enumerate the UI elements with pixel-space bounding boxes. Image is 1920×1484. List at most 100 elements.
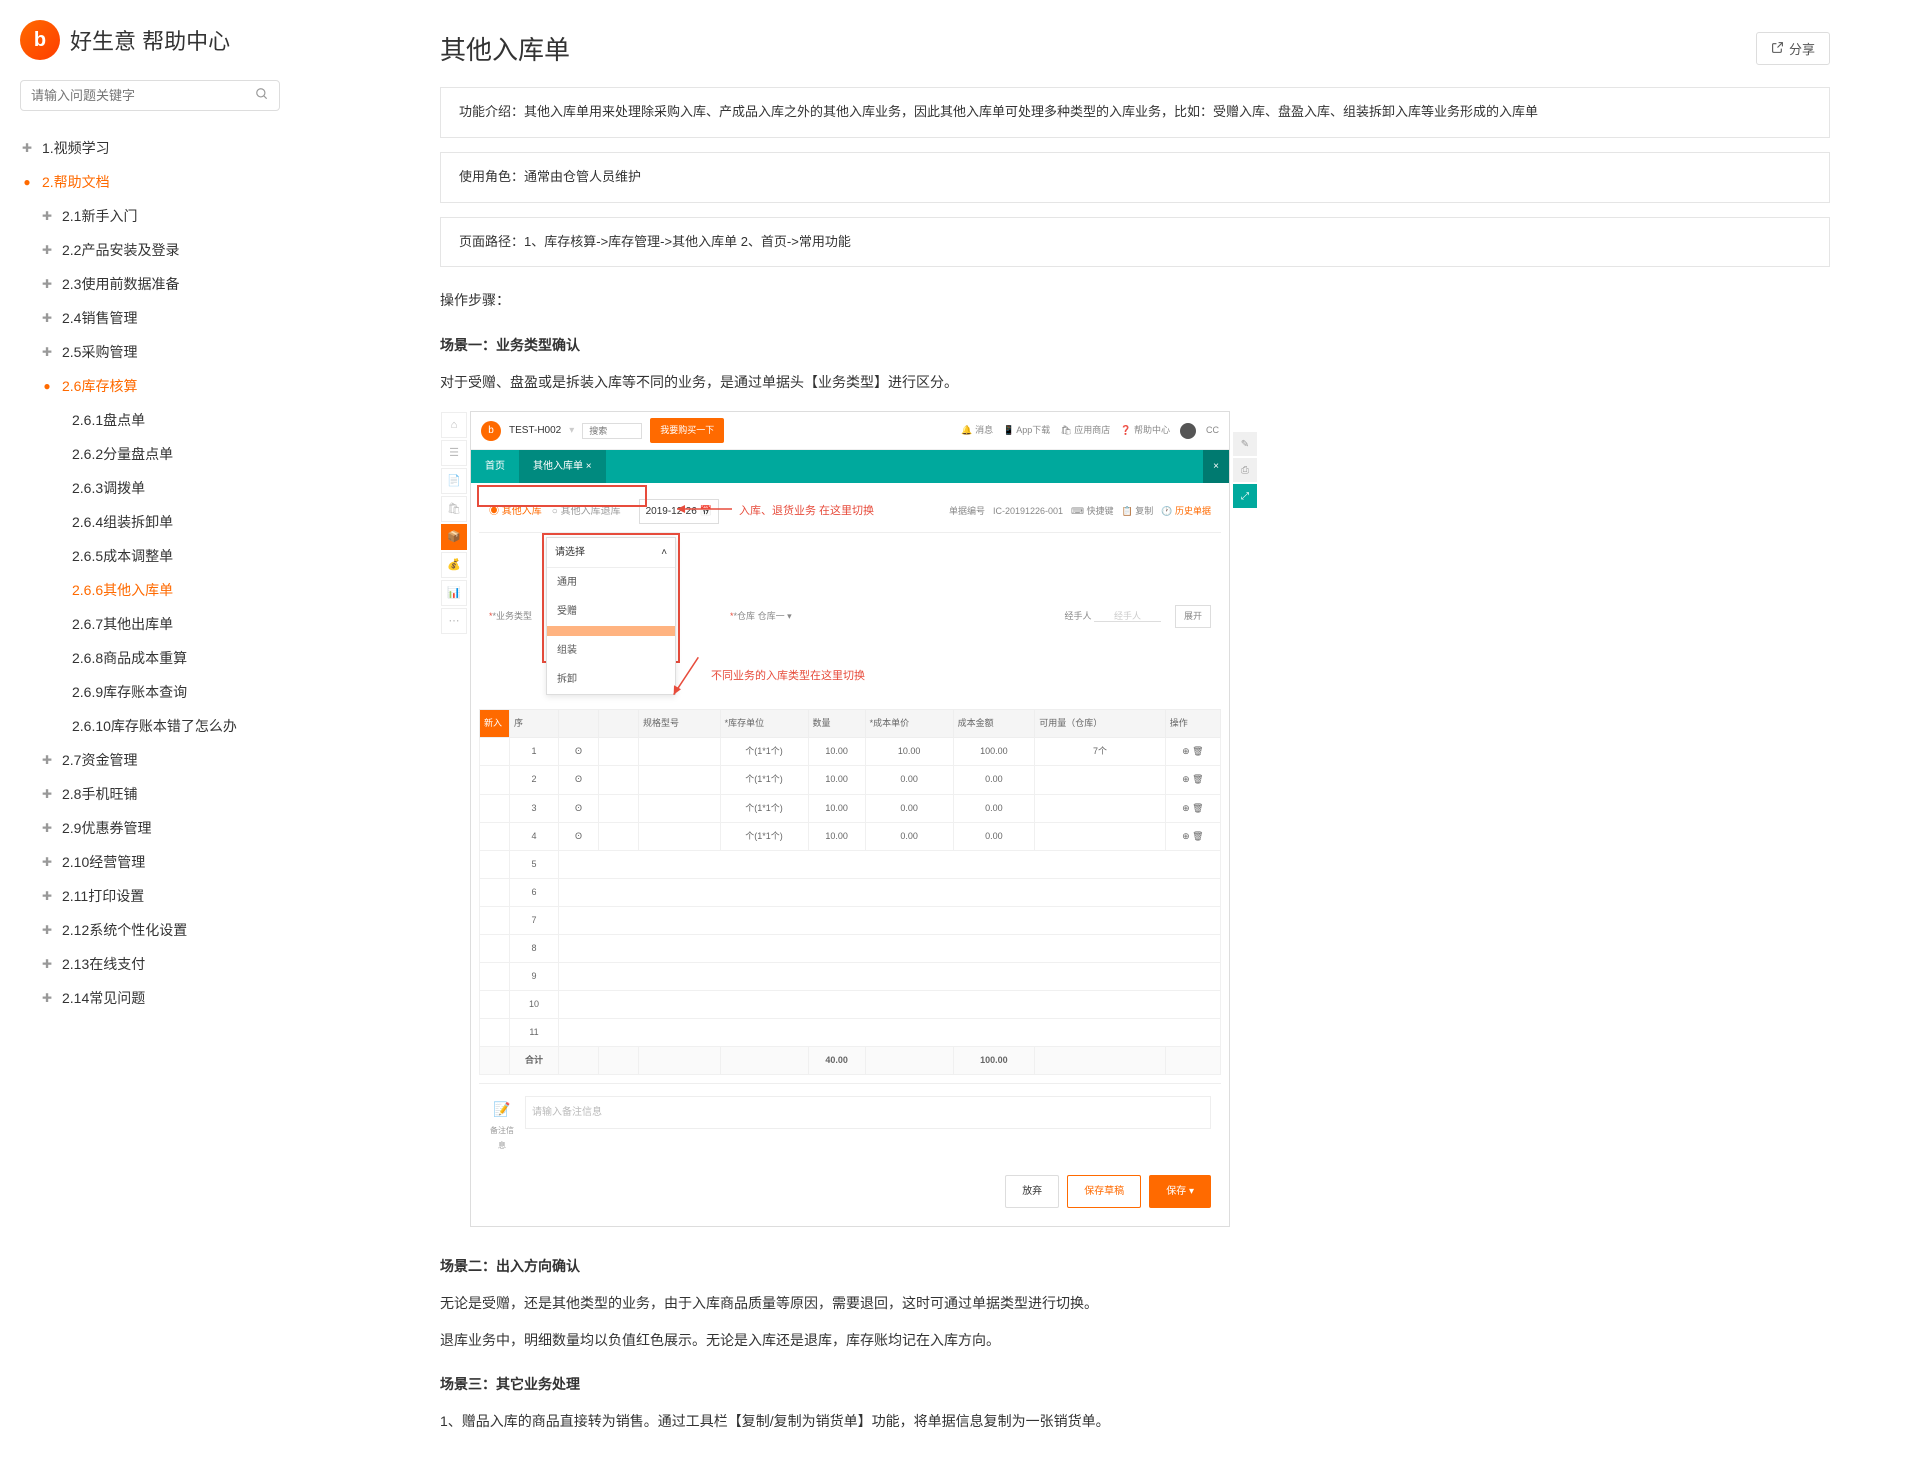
nav-label: 2.2产品安装及登录 (62, 240, 179, 260)
nav-item-2-6-9[interactable]: 2.6.9库存账本查询 (20, 675, 280, 709)
nav-label: 2.3使用前数据准备 (62, 274, 179, 294)
mock-store: 🛍 应用商店 (1060, 422, 1110, 439)
plus-icon: ✚ (40, 855, 54, 869)
search-icon[interactable] (255, 87, 269, 104)
logo-text: 好生意 帮助中心 (70, 24, 230, 56)
nav-label: 2.9优惠券管理 (62, 818, 151, 838)
mock-topbar: b TEST-H002 ▾ 我要购买一下 🔔 消息 📱 App下载 🛍 应用商店… (471, 412, 1229, 450)
nav-label: 2.11打印设置 (62, 886, 144, 906)
mock-icon: 📊 (441, 580, 467, 606)
share-button[interactable]: 分享 (1756, 32, 1830, 65)
btn-save: 保存 ▾ (1149, 1175, 1211, 1208)
docno-label: 单据编号 (949, 503, 985, 520)
anno2-wrap: 不同业务的入库类型在这里切换 (661, 661, 865, 691)
nav-item-2-6-1[interactable]: 2.6.1盘点单 (20, 403, 280, 437)
mock-memo: 📝备注信息 请输入备注信息 (479, 1083, 1221, 1165)
nav-item-2-4[interactable]: ✚2.4销售管理 (20, 301, 280, 335)
mock-right-icons: ✎ ⎙ ⤢ (1233, 432, 1257, 508)
scene3-p1: 1、赠品入库的商品直接转为销售。通过工具栏【复制/复制为销货单】功能，将单据信息… (440, 1408, 1830, 1435)
nav-label: 2.14常见问题 (62, 988, 145, 1008)
plus-icon: ✚ (40, 889, 54, 903)
search-box[interactable] (20, 80, 280, 111)
mock-dropdown: 请选择˄ 通用 受赠 组装 拆卸 (546, 537, 676, 695)
nav-item-2-13[interactable]: ✚2.13在线支付 (20, 947, 280, 981)
th: 数量 (808, 710, 865, 738)
path-label: 页面路径： (459, 234, 524, 249)
nav-item-2-11[interactable]: ✚ 2.11打印设置 (20, 879, 280, 913)
main-content: 其他入库单 分享 功能介绍：其他入库单用来处理除采购入库、产成品入库之外的其他入… (300, 0, 1920, 1484)
intro-text: 其他入库单用来处理除采购入库、产成品入库之外的其他入库业务，因此其他入库单可处理… (524, 104, 1538, 119)
nav-label: 2.13在线支付 (62, 954, 145, 974)
nav-item-docs[interactable]: ●2.帮助文档 (20, 165, 280, 199)
nav-item-2-6-2[interactable]: 2.6.2分量盘点单 (20, 437, 280, 471)
nav-label: 2.6.3调拨单 (72, 478, 145, 498)
table-totals: 合计40.00100.00 (480, 1047, 1221, 1075)
docno: IC-20191226-001 (993, 503, 1063, 520)
scene2-p2: 退库业务中，明细数量均以负值红色展示。无论是入库还是退库，库存账均记在入库方向。 (440, 1327, 1830, 1354)
expand-btn: 展开 (1175, 605, 1211, 628)
role-box: 使用角色：通常由仓管人员维护 (440, 152, 1830, 203)
mock-icon: ☰ (441, 440, 467, 466)
table-row: 1ʘ个(1*1个)10.0010.00100.007个⊕ 🗑 (480, 738, 1221, 766)
path-text: 1、库存核算->库存管理->其他入库单 2、首页->常用功能 (524, 234, 851, 249)
nav-item-2-6-3[interactable]: 2.6.3调拨单 (20, 471, 280, 505)
nav-label: 2.6库存核算 (62, 376, 137, 396)
sidebar: b 好生意 帮助中心 ✚1.视频学习 ●2.帮助文档 ✚2.1新手入门 ✚2.2… (0, 0, 300, 1484)
nav-item-2-6-6[interactable]: 2.6.6其他入库单 (20, 573, 280, 607)
nav-label: 2.12系统个性化设置 (62, 920, 187, 940)
nav-item-2-6-5[interactable]: 2.6.5成本调整单 (20, 539, 280, 573)
nav-label: 2.6.8商品成本重算 (72, 648, 187, 668)
nav-item-2-6-10[interactable]: 2.6.10库存账本错了怎么办 (20, 709, 280, 743)
mock-company: TEST-H002 (509, 421, 561, 440)
table-row: 7 (480, 906, 1221, 934)
nav-item-2-9[interactable]: ✚ 2.9优惠券管理 (20, 811, 280, 845)
mock-tab-close: × (1203, 450, 1229, 483)
nav-item-2-5[interactable]: ✚2.5采购管理 (20, 335, 280, 369)
role-text: 通常由仓管人员维护 (524, 169, 641, 184)
embedded-screenshot: ⌂ ☰ 📄 🛍 📦 💰 📊 ⋯ ✎ ⎙ ⤢ b TEST-H002 (470, 411, 1230, 1227)
nav-item-2-8[interactable]: ✚2.8手机旺铺 (20, 777, 280, 811)
scene2-title: 场景二：出入方向确认 (440, 1253, 1830, 1280)
dd-input: 请选择˄ (547, 538, 675, 568)
btn-discard: 放弃 (1005, 1175, 1059, 1208)
anno-redbox-1 (477, 485, 647, 507)
table-row: 9 (480, 963, 1221, 991)
nav-label: 2.6.2分量盘点单 (72, 444, 173, 464)
nav-item-2-7[interactable]: ✚2.7资金管理 (20, 743, 280, 777)
logo[interactable]: b 好生意 帮助中心 (20, 20, 280, 60)
plus-icon: ✚ (40, 345, 54, 359)
mock-tab-home: 首页 (471, 450, 519, 483)
nav-item-2-6-4[interactable]: 2.6.4组装拆卸单 (20, 505, 280, 539)
memo-icon: 📝备注信息 (489, 1096, 515, 1153)
mock-table: 新入 序 规格型号 *库存单位 数量 *成本单价 成本金额 可用量（仓库） 操作 (479, 709, 1221, 1075)
intro-box: 功能介绍：其他入库单用来处理除采购入库、产成品入库之外的其他入库业务，因此其他入… (440, 87, 1830, 138)
nav-label: 2.6.5成本调整单 (72, 546, 173, 566)
plus-icon: ✚ (40, 821, 54, 835)
wh-val: 仓库一 (758, 611, 785, 621)
th: *成本单价 (865, 710, 953, 738)
share-icon (1771, 41, 1784, 57)
nav-item-2-12[interactable]: ✚2.12系统个性化设置 (20, 913, 280, 947)
nav-item-2-6[interactable]: ●2.6库存核算 (20, 369, 280, 403)
nav-item-2-3[interactable]: ✚2.3使用前数据准备 (20, 267, 280, 301)
dd-item-sel (547, 626, 675, 636)
mock-user: CC (1206, 422, 1219, 439)
nav-label: 2.10经营管理 (62, 852, 145, 872)
mock-ricon: ✎ (1233, 432, 1257, 456)
nav-item-2-6-7[interactable]: 2.6.7其他出库单 (20, 607, 280, 641)
nav-item-video[interactable]: ✚1.视频学习 (20, 131, 280, 165)
mock-logo-icon: b (481, 421, 501, 441)
scene1-title: 场景一：业务类型确认 (440, 332, 1830, 359)
plus-icon: ✚ (40, 753, 54, 767)
nav-item-2-1[interactable]: ✚2.1新手入门 (20, 199, 280, 233)
nav-item-2-2[interactable]: ✚2.2产品安装及登录 (20, 233, 280, 267)
dd-item: 组装 (547, 636, 675, 665)
mock-quick: ⌨ 快捷键 (1071, 503, 1114, 520)
nav-item-2-10[interactable]: ✚ 2.10经营管理 (20, 845, 280, 879)
nav-item-2-14[interactable]: ✚2.14常见问题 (20, 981, 280, 1015)
nav-item-2-6-8[interactable]: 2.6.8商品成本重算 (20, 641, 280, 675)
search-input[interactable] (31, 88, 255, 103)
nav-label: 2.1新手入门 (62, 206, 137, 226)
biztype-label: *业务类型 (493, 611, 533, 621)
dd-item: 受赠 (547, 597, 675, 626)
